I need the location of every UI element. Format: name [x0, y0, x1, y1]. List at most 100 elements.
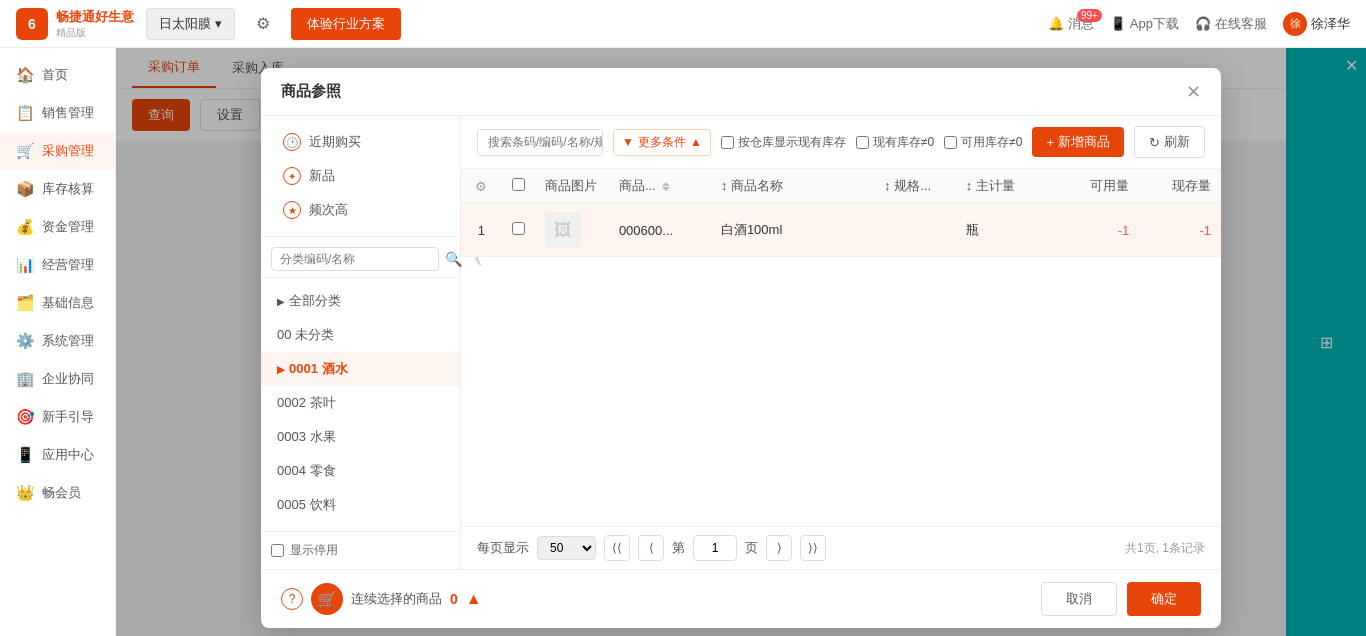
column-settings-icon[interactable]: ⚙	[475, 179, 487, 194]
settings-icon[interactable]: ⚙	[247, 8, 279, 40]
select-all-checkbox[interactable]	[512, 178, 525, 191]
sidebar-item-label: 销售管理	[42, 104, 94, 122]
available-nonzero-checkbox-label[interactable]: 可用库存≠0	[944, 134, 1022, 151]
first-page-btn[interactable]: ⟨⟨	[604, 535, 630, 561]
topbar-right: 🔔 消息 99+ 📱 App下载 🎧 在线客服 徐 徐泽华	[1048, 12, 1350, 36]
experience-btn[interactable]: 体验行业方案	[291, 8, 401, 40]
th-unit[interactable]: ↕ 主计量	[956, 169, 1038, 204]
home-icon: 🏠	[16, 66, 34, 84]
star-icon: ★	[283, 201, 301, 219]
avatar: 徐	[1283, 12, 1307, 36]
cat-0008[interactable]: 0008 水	[261, 522, 460, 531]
category-list: ▶ 全部分类 00 未分类 ▶ 0001 酒水 0002 茶	[261, 278, 460, 531]
sidebar-item-member[interactable]: 👑 畅会员	[0, 474, 115, 512]
sidebar-item-operation[interactable]: 📊 经营管理	[0, 246, 115, 284]
add-product-btn[interactable]: + 新增商品	[1032, 127, 1124, 157]
th-no: ⚙	[461, 169, 502, 204]
modal-left-panel: 🕐 近期购买 ✦ 新品 ★ 频次高	[261, 116, 461, 569]
warehouse-stock-checkbox[interactable]	[721, 136, 734, 149]
category-search-input[interactable]	[271, 247, 439, 271]
th-code[interactable]: 商品...	[609, 169, 711, 204]
refresh-btn[interactable]: ↻ 刷新	[1134, 126, 1205, 158]
quick-recent[interactable]: 🕐 近期购买	[271, 126, 450, 158]
sidebar-item-label: 库存核算	[42, 180, 94, 198]
product-search-input[interactable]	[478, 130, 603, 154]
warehouse-stock-checkbox-label[interactable]: 按仓库显示现有库存	[721, 134, 846, 151]
show-disabled-checkbox[interactable]	[271, 544, 284, 557]
quick-new-label: 新品	[309, 167, 335, 185]
app-download-btn[interactable]: 📱 App下载	[1110, 15, 1179, 33]
topbar: 6 畅捷通好生意 精品版 日太阳膜 ▾ ⚙ 体验行业方案 🔔 消息 99+ 📱 …	[0, 0, 1366, 48]
main-area: 采购订单 采购入库 查询 设置 ✕ ⊞ 商品参照 ✕	[116, 48, 1366, 636]
notification-btn[interactable]: 🔔 消息 99+	[1048, 15, 1094, 33]
sidebar-item-inventory[interactable]: 📦 库存核算	[0, 170, 115, 208]
sidebar-item-label: 应用中心	[42, 446, 94, 464]
quick-new[interactable]: ✦ 新品	[271, 160, 450, 192]
prev-page-btn[interactable]: ⟨	[638, 535, 664, 561]
quick-frequent[interactable]: ★ 频次高	[271, 194, 450, 226]
product-reference-modal: 商品参照 ✕ 🕐 近期购买	[261, 68, 1221, 628]
sidebar-item-label: 畅会员	[42, 484, 81, 502]
sort-spec-icon: ↕	[884, 178, 891, 193]
sidebar-item-sales[interactable]: 📋 销售管理	[0, 94, 115, 132]
finance-icon: 💰	[16, 218, 34, 236]
stock-nonzero-checkbox[interactable]	[856, 136, 869, 149]
cat-00[interactable]: 00 未分类	[261, 318, 460, 352]
table-row[interactable]: 1 🖼 000600... 白酒100ml	[461, 204, 1221, 257]
headset-icon: 🎧	[1195, 16, 1211, 31]
total-info: 共1页, 1条记录	[1125, 540, 1205, 557]
last-page-btn[interactable]: ⟩⟩	[800, 535, 826, 561]
modal-close-icon[interactable]: ✕	[1186, 83, 1201, 101]
sidebar-item-system[interactable]: ⚙️ 系统管理	[0, 322, 115, 360]
sidebar-item-basic[interactable]: 🗂️ 基础信息	[0, 284, 115, 322]
help-icon[interactable]: ?	[281, 588, 303, 610]
sales-icon: 📋	[16, 104, 34, 122]
modal-backdrop: 商品参照 ✕ 🕐 近期购买	[116, 48, 1366, 636]
collapse-cart-icon[interactable]: ▲	[466, 590, 482, 608]
sidebar-item-enterprise[interactable]: 🏢 企业协同	[0, 360, 115, 398]
sidebar-item-purchase[interactable]: 🛒 采购管理	[0, 132, 115, 170]
cat-0003[interactable]: 0003 水果	[261, 420, 460, 454]
available-nonzero-checkbox[interactable]	[944, 136, 957, 149]
operation-icon: 📊	[16, 256, 34, 274]
per-page-label: 每页显示	[477, 539, 529, 557]
user-menu[interactable]: 徐 徐泽华	[1283, 12, 1350, 36]
th-available: 可用量	[1037, 169, 1139, 204]
sidebar-item-home[interactable]: 🏠 首页	[0, 56, 115, 94]
product-image: 🖼	[545, 212, 581, 248]
filter-label: 更多条件	[638, 134, 686, 151]
quick-frequent-label: 频次高	[309, 201, 348, 219]
cat-0004-label: 0004 零食	[277, 462, 336, 480]
cancel-btn[interactable]: 取消	[1041, 582, 1117, 616]
next-page-btn[interactable]: ⟩	[766, 535, 792, 561]
chevron-up-icon: ▲	[690, 135, 702, 149]
cell-check	[502, 204, 536, 257]
cat-0005-label: 0005 饮料	[277, 496, 336, 514]
cell-spec	[874, 204, 956, 257]
guide-icon: 🎯	[16, 408, 34, 426]
row-checkbox[interactable]	[512, 222, 525, 235]
sidebar-item-apps[interactable]: 📱 应用中心	[0, 436, 115, 474]
page-label-2: 页	[745, 539, 758, 557]
cart-icon[interactable]: 🛒	[311, 583, 343, 615]
sidebar-item-guide[interactable]: 🎯 新手引导	[0, 398, 115, 436]
th-spec[interactable]: ↕ 规格...	[874, 169, 956, 204]
confirm-btn[interactable]: 确定	[1127, 582, 1201, 616]
sidebar-item-finance[interactable]: 💰 资金管理	[0, 208, 115, 246]
more-filter-btn[interactable]: ▼ 更多条件 ▲	[613, 129, 711, 156]
cat-0004[interactable]: 0004 零食	[261, 454, 460, 488]
new-icon: ✦	[283, 167, 301, 185]
basic-icon: 🗂️	[16, 294, 34, 312]
per-page-select[interactable]: 50 100	[537, 536, 596, 560]
stock-nonzero-checkbox-label[interactable]: 现有库存≠0	[856, 134, 934, 151]
cat-all[interactable]: ▶ 全部分类	[261, 284, 460, 318]
th-check	[502, 169, 536, 204]
page-number-input[interactable]	[693, 535, 737, 561]
category-search-icon[interactable]: 🔍	[445, 251, 462, 267]
cat-0002[interactable]: 0002 茶叶	[261, 386, 460, 420]
online-service-btn[interactable]: 🎧 在线客服	[1195, 15, 1267, 33]
th-name[interactable]: ↕ 商品名称	[711, 169, 874, 204]
cat-0005[interactable]: 0005 饮料	[261, 488, 460, 522]
store-selector[interactable]: 日太阳膜 ▾	[146, 8, 235, 40]
cat-0001[interactable]: ▶ 0001 酒水	[261, 352, 460, 386]
